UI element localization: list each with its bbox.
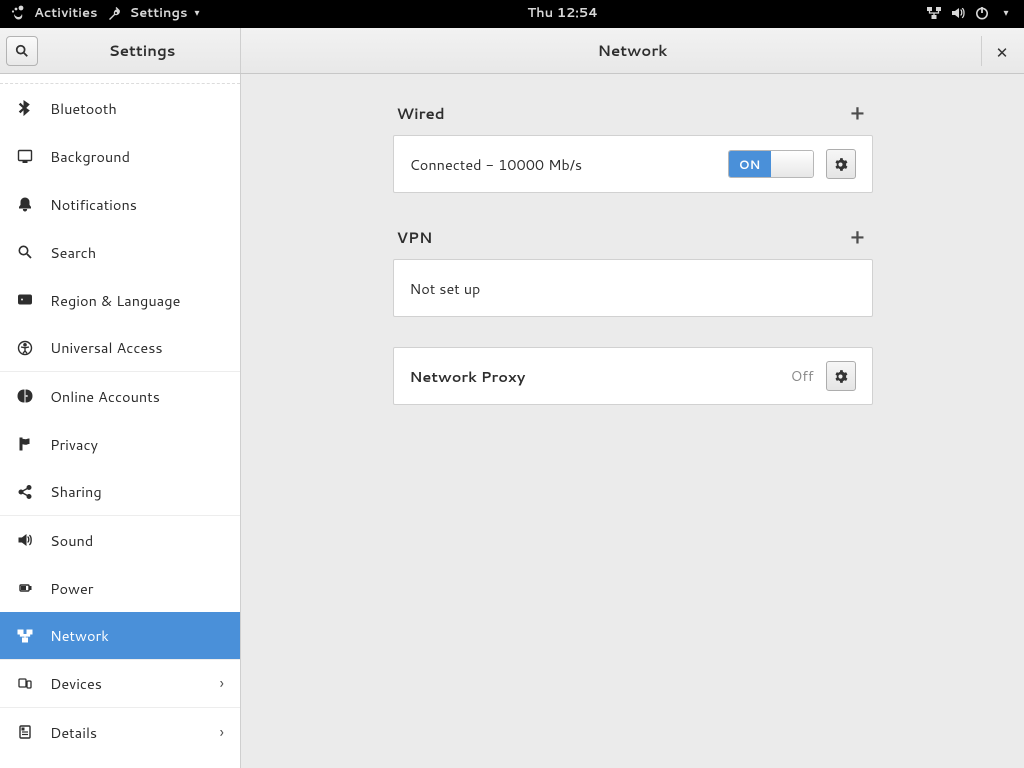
search-button[interactable]: [6, 36, 38, 66]
app-menu-icon: [106, 5, 122, 21]
settings-window: Settings Network ✕ Bluetooth Background No…: [0, 26, 1024, 768]
proxy-row: Network Proxy Off: [394, 348, 872, 404]
wired-group-title: Wired: [397, 103, 445, 124]
notifications-icon: [16, 196, 34, 212]
panel-clock[interactable]: Thu 12:54: [199, 4, 926, 22]
wired-group: Wired + Connected - 10000 Mb/s ON: [393, 99, 873, 193]
sidebar-title: Settings: [44, 40, 240, 61]
wired-status-label: Connected - 10000 Mb/s: [410, 154, 716, 175]
sidebar-item-sound[interactable]: Sound: [0, 516, 240, 564]
sidebar-item-label: Sound: [50, 530, 93, 551]
sidebar-item-label: Online Accounts: [50, 386, 160, 407]
background-icon: [16, 148, 34, 164]
network-settings-pane: Wired + Connected - 10000 Mb/s ON: [241, 74, 1024, 768]
sidebar-item-notifications[interactable]: Notifications: [0, 180, 240, 228]
app-menu-button[interactable]: Settings: [130, 4, 200, 22]
system-status-area[interactable]: ▾: [926, 5, 1014, 21]
sidebar-item-universal-access[interactable]: Universal Access: [0, 324, 240, 372]
network-icon: [16, 628, 34, 644]
details-icon: [16, 724, 34, 740]
wired-toggle[interactable]: ON: [728, 150, 814, 178]
gnome-logo-icon: [10, 5, 26, 21]
search-icon: [16, 244, 34, 260]
sidebar-item-bluetooth[interactable]: Bluetooth: [0, 84, 240, 132]
sidebar-item-label: Search: [50, 242, 96, 263]
sidebar-item-search[interactable]: Search: [0, 228, 240, 276]
sidebar-item-label: Universal Access: [50, 337, 163, 358]
sidebar-item-label: Privacy: [50, 434, 98, 455]
power-icon: [16, 580, 34, 596]
devices-icon: [16, 676, 34, 692]
wired-connection-row: Connected - 10000 Mb/s ON: [394, 136, 872, 192]
add-vpn-button[interactable]: +: [847, 223, 869, 251]
sidebar-item-label: Network: [50, 625, 109, 646]
proxy-settings-button[interactable]: [826, 361, 856, 391]
close-button[interactable]: ✕: [992, 42, 1012, 62]
network-status-icon: [926, 5, 942, 21]
sidebar-item-label: Sharing: [50, 481, 102, 502]
power-icon: [974, 5, 990, 21]
sound-icon: [16, 532, 34, 548]
sidebar-item-privacy[interactable]: Privacy: [0, 420, 240, 468]
sidebar-item-details[interactable]: Details ›: [0, 708, 240, 756]
privacy-icon: [16, 436, 34, 452]
sidebar-item-label: Bluetooth: [50, 98, 117, 119]
chevron-right-icon: ›: [220, 721, 224, 744]
sidebar-item-label: Power: [50, 578, 93, 599]
wired-settings-button[interactable]: [826, 149, 856, 179]
chevron-right-icon: ›: [220, 672, 224, 695]
vpn-group: VPN + Not set up: [393, 223, 873, 317]
sidebar-item-sharing[interactable]: Sharing: [0, 468, 240, 516]
gnome-top-panel: Activities Settings Thu 12:54 ▾: [0, 0, 1024, 26]
vpn-status-label: Not set up: [410, 278, 856, 299]
sidebar-item-background[interactable]: Background: [0, 132, 240, 180]
region-icon: [16, 292, 34, 308]
sidebar-item-power[interactable]: Power: [0, 564, 240, 612]
online-accounts-icon: [16, 388, 34, 404]
sidebar-item-label: Background: [50, 146, 130, 167]
proxy-title-label: Network Proxy: [410, 366, 779, 387]
settings-sidebar: Bluetooth Background Notifications Search Re…: [0, 74, 241, 768]
sharing-icon: [16, 484, 34, 500]
vpn-row: Not set up: [394, 260, 872, 316]
volume-icon: [950, 5, 966, 21]
sidebar-item-label: Devices: [50, 673, 102, 694]
universal-access-icon: [16, 340, 34, 356]
sidebar-item-region[interactable]: Region & Language: [0, 276, 240, 324]
chevron-down-icon: ▾: [998, 5, 1014, 21]
bluetooth-icon: [16, 100, 34, 116]
vpn-group-title: VPN: [397, 227, 433, 248]
sidebar-item-online-accounts[interactable]: Online Accounts: [0, 372, 240, 420]
header-bar: Settings Network ✕: [0, 28, 1024, 74]
activities-button[interactable]: Activities: [34, 4, 98, 22]
proxy-group: Network Proxy Off: [393, 347, 873, 405]
add-wired-button[interactable]: +: [847, 99, 869, 127]
page-title: Network: [241, 40, 1024, 61]
proxy-value-label: Off: [791, 366, 814, 386]
sidebar-item-network[interactable]: Network: [0, 612, 240, 660]
sidebar-item-label: Region & Language: [50, 290, 180, 311]
sidebar-item-truncated[interactable]: [0, 74, 240, 84]
sidebar-item-devices[interactable]: Devices ›: [0, 660, 240, 708]
sidebar-item-label: Details: [50, 722, 97, 743]
sidebar-item-label: Notifications: [50, 194, 137, 215]
